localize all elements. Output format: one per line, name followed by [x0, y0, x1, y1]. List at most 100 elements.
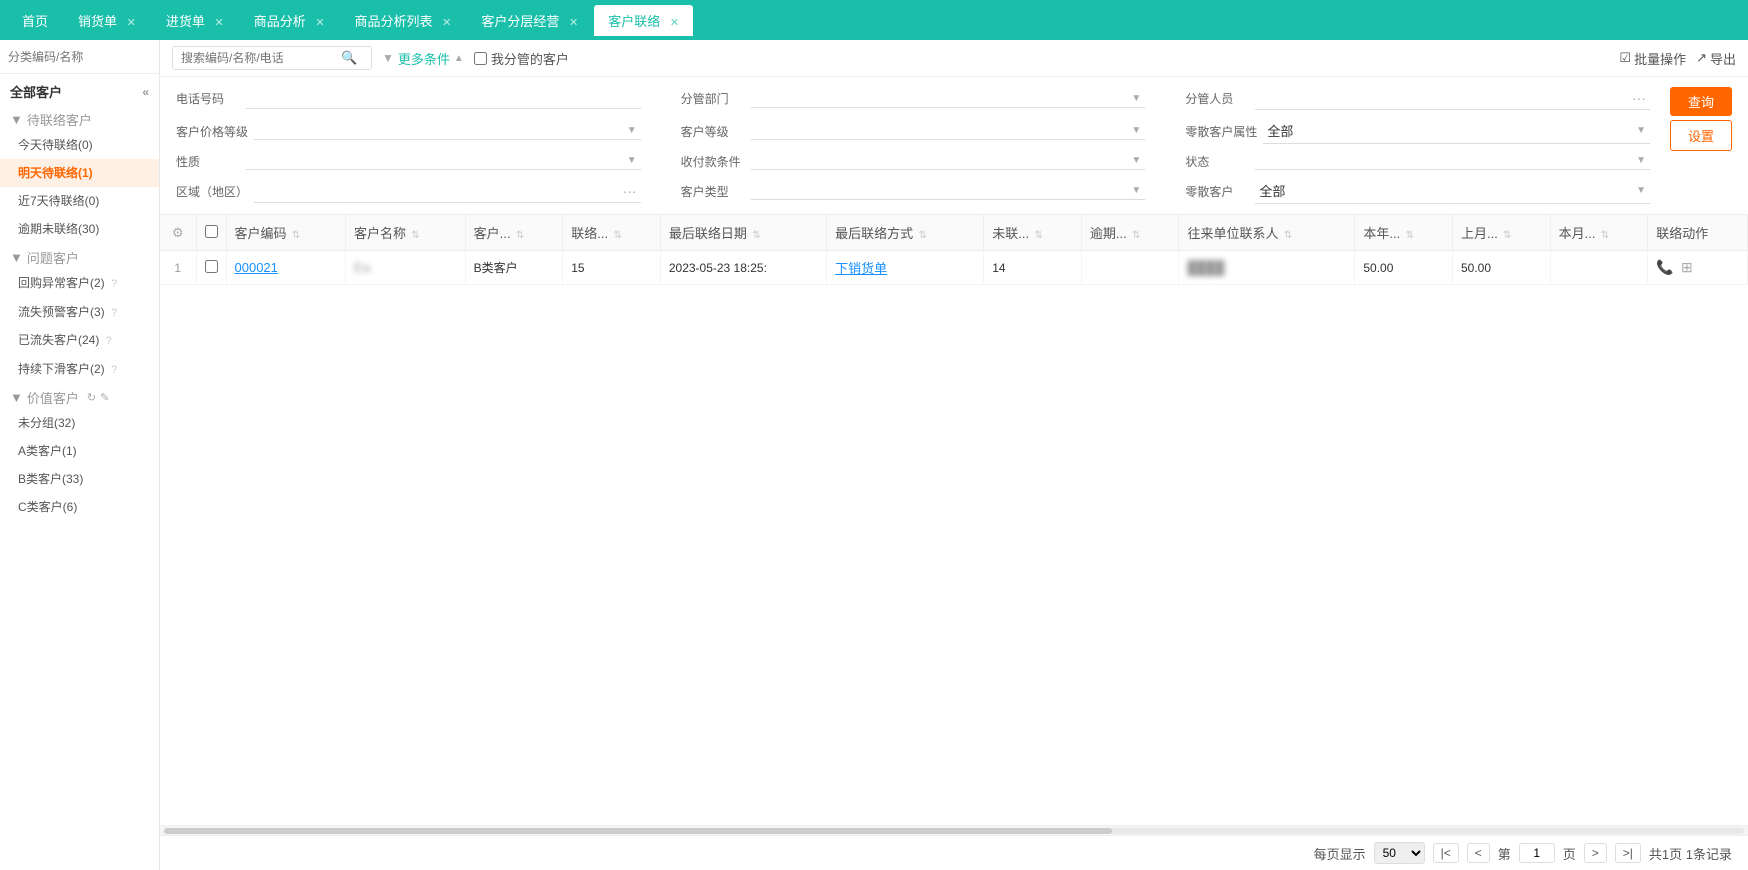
next-page-btn[interactable]: > [1584, 843, 1607, 863]
scatter-customer-label: 零散客户 [1185, 183, 1255, 200]
first-page-btn[interactable]: |< [1433, 843, 1459, 863]
sidebar-item-overdue[interactable]: 逾期未联络(30) [0, 215, 159, 243]
action-call-icon[interactable]: 📞 [1656, 259, 1673, 275]
table-col-last-month[interactable]: 上月... ⇅ [1452, 215, 1550, 251]
sidebar-item-declining[interactable]: 持续下滑客户(2) ? [0, 355, 159, 384]
nav-analysis-list[interactable]: 商品分析列表 ✕ [341, 5, 466, 36]
settings-btn[interactable]: 设置 [1670, 120, 1732, 151]
checkbox-icon: ☑ [1619, 50, 1631, 66]
per-page-select[interactable]: 50 10 20 100 [1374, 842, 1425, 864]
table-col-name[interactable]: 客户名称 ⇅ [346, 215, 466, 251]
query-btn[interactable]: 查询 [1670, 87, 1732, 116]
price-level-select[interactable]: ▼ [254, 122, 641, 140]
last-page-btn[interactable]: >| [1615, 843, 1641, 863]
filter-search-icon[interactable]: 🔍 [341, 50, 357, 66]
table-area: ⚙ 客户编码 ⇅ 客户名称 ⇅ [160, 215, 1748, 825]
table-col-uncontacted[interactable]: 未联... ⇅ [984, 215, 1082, 251]
right-btns: ☑ 批量操作 ↗ 导出 [1619, 49, 1736, 68]
sidebar-item-class-a[interactable]: A类客户(1) [0, 437, 159, 465]
col-contact-count-label: 联络... [571, 226, 608, 241]
sidebar: 🔍 全部客户 « ▼ 待联络客户 今天待联络(0) 明天待联络(1) 近7天待联… [0, 40, 160, 870]
close-contact-icon[interactable]: ✕ [670, 17, 679, 29]
table-col-contact-person[interactable]: 往来单位联系人 ⇅ [1179, 215, 1355, 251]
page-input[interactable] [1519, 843, 1555, 863]
sidebar-search-box: 🔍 [0, 40, 159, 74]
nav-customer-contact[interactable]: 客户联络 ✕ [594, 5, 693, 36]
nav-sales[interactable]: 销货单 ✕ [64, 5, 150, 36]
row-name[interactable]: Ea [346, 251, 466, 285]
row-last-date: 2023-05-23 18:25: [660, 251, 826, 285]
table-col-this-month[interactable]: 本月... ⇅ [1550, 215, 1648, 251]
edit-icon[interactable]: ✎ [100, 391, 109, 404]
gear-icon[interactable]: ⚙ [172, 225, 184, 240]
last-method-link[interactable]: 下销货单 [835, 261, 887, 276]
customer-type-select[interactable]: ▼ [751, 182, 1146, 200]
sidebar-all-customers[interactable]: 全部客户 « [0, 74, 159, 105]
filter-search-input[interactable] [181, 51, 341, 65]
sidebar-item-warning[interactable]: 流失预警客户(3) ? [0, 298, 159, 327]
export-label: 导出 [1710, 49, 1736, 68]
nav-purchase[interactable]: 进货单 ✕ [152, 5, 238, 36]
my-customers-checkbox[interactable] [474, 52, 487, 65]
scatter-customer-select[interactable]: 全部 ▼ [1255, 178, 1650, 204]
collapse-icon[interactable]: « [142, 85, 149, 99]
sidebar-item-today[interactable]: 今天待联络(0) [0, 131, 159, 159]
filter-more-btn[interactable]: ▼ 更多条件 ▲ [382, 49, 464, 68]
close-sales-icon[interactable]: ✕ [127, 17, 136, 29]
status-select[interactable]: ▼ [1255, 152, 1650, 170]
export-btn[interactable]: ↗ 导出 [1696, 49, 1736, 68]
batch-operations-btn[interactable]: ☑ 批量操作 [1619, 49, 1686, 68]
filter-field-nature: 性质 ▼ [176, 152, 641, 170]
sidebar-item-ungrouped[interactable]: 未分组(32) [0, 409, 159, 437]
scatter-attr-select[interactable]: 全部 ▼ [1263, 118, 1650, 144]
close-analysis-list-icon[interactable]: ✕ [442, 17, 451, 29]
table-col-type[interactable]: 客户... ⇅ [465, 215, 563, 251]
row-index: 1 [160, 251, 196, 285]
nature-select[interactable]: ▼ [246, 152, 641, 170]
row-checkbox-cell[interactable] [196, 251, 226, 285]
sidebar-item-lost[interactable]: 已流失客户(24) ? [0, 326, 159, 355]
person-dotdot[interactable]: ··· [1632, 90, 1646, 106]
table-col-checkbox[interactable] [196, 215, 226, 251]
batch-label: 批量操作 [1634, 49, 1686, 68]
select-all-checkbox[interactable] [205, 225, 218, 238]
sidebar-item-tomorrow[interactable]: 明天待联络(1) [0, 159, 159, 187]
nav-home[interactable]: 首页 [8, 5, 62, 36]
code-link[interactable]: 000021 [235, 260, 278, 275]
table-col-year-amount[interactable]: 本年... ⇅ [1355, 215, 1453, 251]
nav-analysis[interactable]: 商品分析 ✕ [240, 5, 339, 36]
sidebar-item-class-c[interactable]: C类客户(6) [0, 493, 159, 521]
payment-select[interactable]: ▼ [751, 152, 1146, 170]
close-analysis-icon[interactable]: ✕ [315, 17, 324, 29]
arrow-down-icon-3: ▼ [10, 390, 23, 405]
customer-type-caret: ▼ [1131, 185, 1141, 196]
sidebar-search-input[interactable] [8, 50, 160, 64]
my-customers-checkbox-label[interactable]: 我分管的客户 [474, 49, 569, 68]
phone-input[interactable] [246, 88, 641, 109]
table-col-contact-count[interactable]: 联络... ⇅ [563, 215, 661, 251]
horizontal-scrollbar[interactable] [160, 825, 1748, 835]
region-dotdot[interactable]: ··· [623, 183, 637, 199]
close-purchase-icon[interactable]: ✕ [214, 17, 223, 29]
sidebar-item-7days[interactable]: 近7天待联络(0) [0, 187, 159, 215]
table-col-last-method[interactable]: 最后联络方式 ⇅ [827, 215, 984, 251]
col-action-label: 联络动作 [1656, 226, 1708, 241]
sidebar-item-class-b[interactable]: B类客户(33) [0, 465, 159, 493]
dept-select[interactable]: ▼ [751, 90, 1146, 108]
table-col-code[interactable]: 客户编码 ⇅ [226, 215, 346, 251]
col-last-month-label: 上月... [1461, 226, 1498, 241]
nav-customer-stratification[interactable]: 客户分层经营 ✕ [467, 5, 592, 36]
refresh-icon[interactable]: ↻ [87, 391, 96, 404]
row-last-method[interactable]: 下销货单 [827, 251, 984, 285]
grade-select[interactable]: ▼ [751, 122, 1146, 140]
sidebar-item-abnormal[interactable]: 回购异常客户(2) ? [0, 269, 159, 298]
row-code[interactable]: 000021 [226, 251, 346, 285]
more-conditions-label: 更多条件 [398, 49, 450, 68]
table-col-overdue[interactable]: 逾期... ⇅ [1081, 215, 1179, 251]
row-checkbox[interactable] [205, 260, 218, 273]
action-grid-icon[interactable]: ⊞ [1681, 259, 1693, 275]
table-col-last-date[interactable]: 最后联络日期 ⇅ [660, 215, 826, 251]
table-col-gear[interactable]: ⚙ [160, 215, 196, 251]
close-stratification-icon[interactable]: ✕ [569, 17, 578, 29]
prev-page-btn[interactable]: < [1467, 843, 1490, 863]
